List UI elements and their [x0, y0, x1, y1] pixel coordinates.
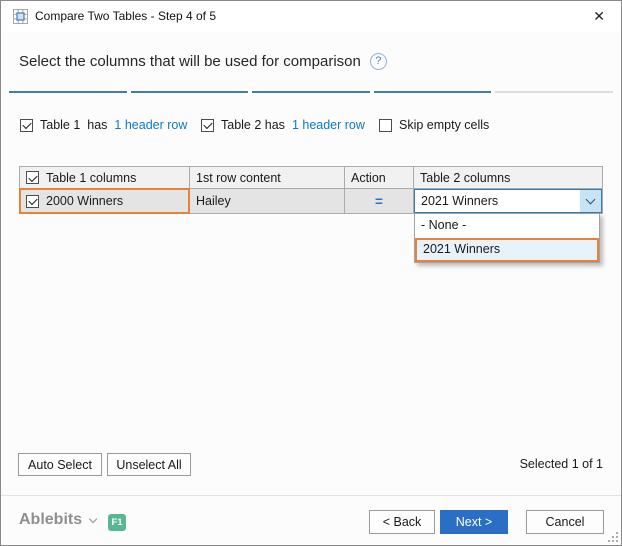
help-icon[interactable]: ? [370, 53, 387, 70]
header-1st-row-content-label: 1st row content [196, 171, 281, 185]
row-table1-column-label: 2000 Winners [46, 194, 123, 208]
unselect-all-button[interactable]: Unselect All [107, 453, 191, 476]
progress-segment [495, 91, 613, 93]
table1-header-label: Table 1 has [40, 118, 107, 132]
resize-grip[interactable] [608, 532, 618, 542]
next-button[interactable]: Next > [440, 510, 508, 534]
option-table2-header: Table 2 has 1 header row [201, 118, 365, 132]
header-table1-columns: Table 1 columns [20, 167, 189, 188]
table2-header-label: Table 2 has [221, 118, 285, 132]
progress-segment [374, 91, 492, 93]
row-column-checkbox[interactable] [26, 195, 39, 208]
progress-segment [9, 91, 127, 93]
option-table1-header: Table 1 has 1 header row [20, 118, 187, 132]
dropdown-item-none[interactable]: - None - [415, 214, 599, 238]
equals-action-icon: = [375, 194, 383, 209]
header-table2-columns-label: Table 2 columns [420, 171, 510, 185]
progress-segment [131, 91, 249, 93]
combobox-dropdown-button[interactable] [580, 190, 601, 212]
window-title: Compare Two Tables - Step 4 of 5 [35, 1, 216, 32]
title-bar: Compare Two Tables - Step 4 of 5 ✕ [1, 1, 621, 32]
skip-empty-cells-label: Skip empty cells [399, 118, 489, 132]
ablebits-menu[interactable]: Ablebits [19, 511, 96, 529]
row-1st-row-content-cell: Hailey [190, 189, 344, 213]
header-action: Action [345, 167, 413, 188]
table2-column-dropdown-list: - None - 2021 Winners [414, 213, 600, 263]
chevron-down-icon [89, 514, 97, 522]
header-table1-columns-label: Table 1 columns [46, 171, 136, 185]
header-table2-columns: Table 2 columns [414, 167, 602, 188]
chevron-down-icon [586, 195, 596, 205]
ablebits-logo: Ablebits [19, 511, 82, 529]
progress-steps [9, 91, 613, 93]
skip-empty-cells-checkbox[interactable] [379, 119, 392, 132]
selected-status: Selected 1 of 1 [520, 457, 603, 471]
compare-tables-icon [12, 8, 29, 25]
f1-help-badge[interactable]: F1 [108, 514, 126, 531]
header-action-label: Action [351, 171, 386, 185]
table2-header-row-link[interactable]: 1 header row [292, 118, 365, 132]
progress-segment [252, 91, 370, 93]
close-icon[interactable]: ✕ [589, 1, 609, 32]
table2-header-checkbox[interactable] [201, 119, 214, 132]
row-1st-row-content-label: Hailey [196, 194, 231, 208]
page-title: Select the columns that will be used for… [19, 53, 361, 70]
page-heading-row: Select the columns that will be used for… [19, 53, 387, 70]
header-1st-row-content: 1st row content [190, 167, 344, 188]
option-skip-empty: Skip empty cells [379, 118, 489, 132]
compare-two-tables-dialog: Compare Two Tables - Step 4 of 5 ✕ Selec… [0, 0, 622, 546]
table1-header-checkbox[interactable] [20, 119, 33, 132]
cancel-button[interactable]: Cancel [526, 510, 604, 534]
combobox-value: 2021 Winners [415, 194, 580, 208]
column-mapping-table: Table 1 columns 1st row content Action T… [19, 166, 603, 214]
table1-header-row-link[interactable]: 1 header row [114, 118, 187, 132]
footer-divider [1, 495, 621, 496]
table2-column-combobox[interactable]: 2021 Winners [414, 189, 602, 213]
row-table2-column-cell: 2021 Winners [414, 189, 602, 213]
back-button[interactable]: < Back [369, 510, 435, 534]
select-all-columns-checkbox[interactable] [26, 171, 39, 184]
row-table1-column-cell: 2000 Winners [20, 189, 189, 213]
row-action-cell: = [345, 189, 413, 213]
dropdown-item-2021-winners[interactable]: 2021 Winners [415, 238, 599, 262]
auto-select-button[interactable]: Auto Select [18, 453, 102, 476]
